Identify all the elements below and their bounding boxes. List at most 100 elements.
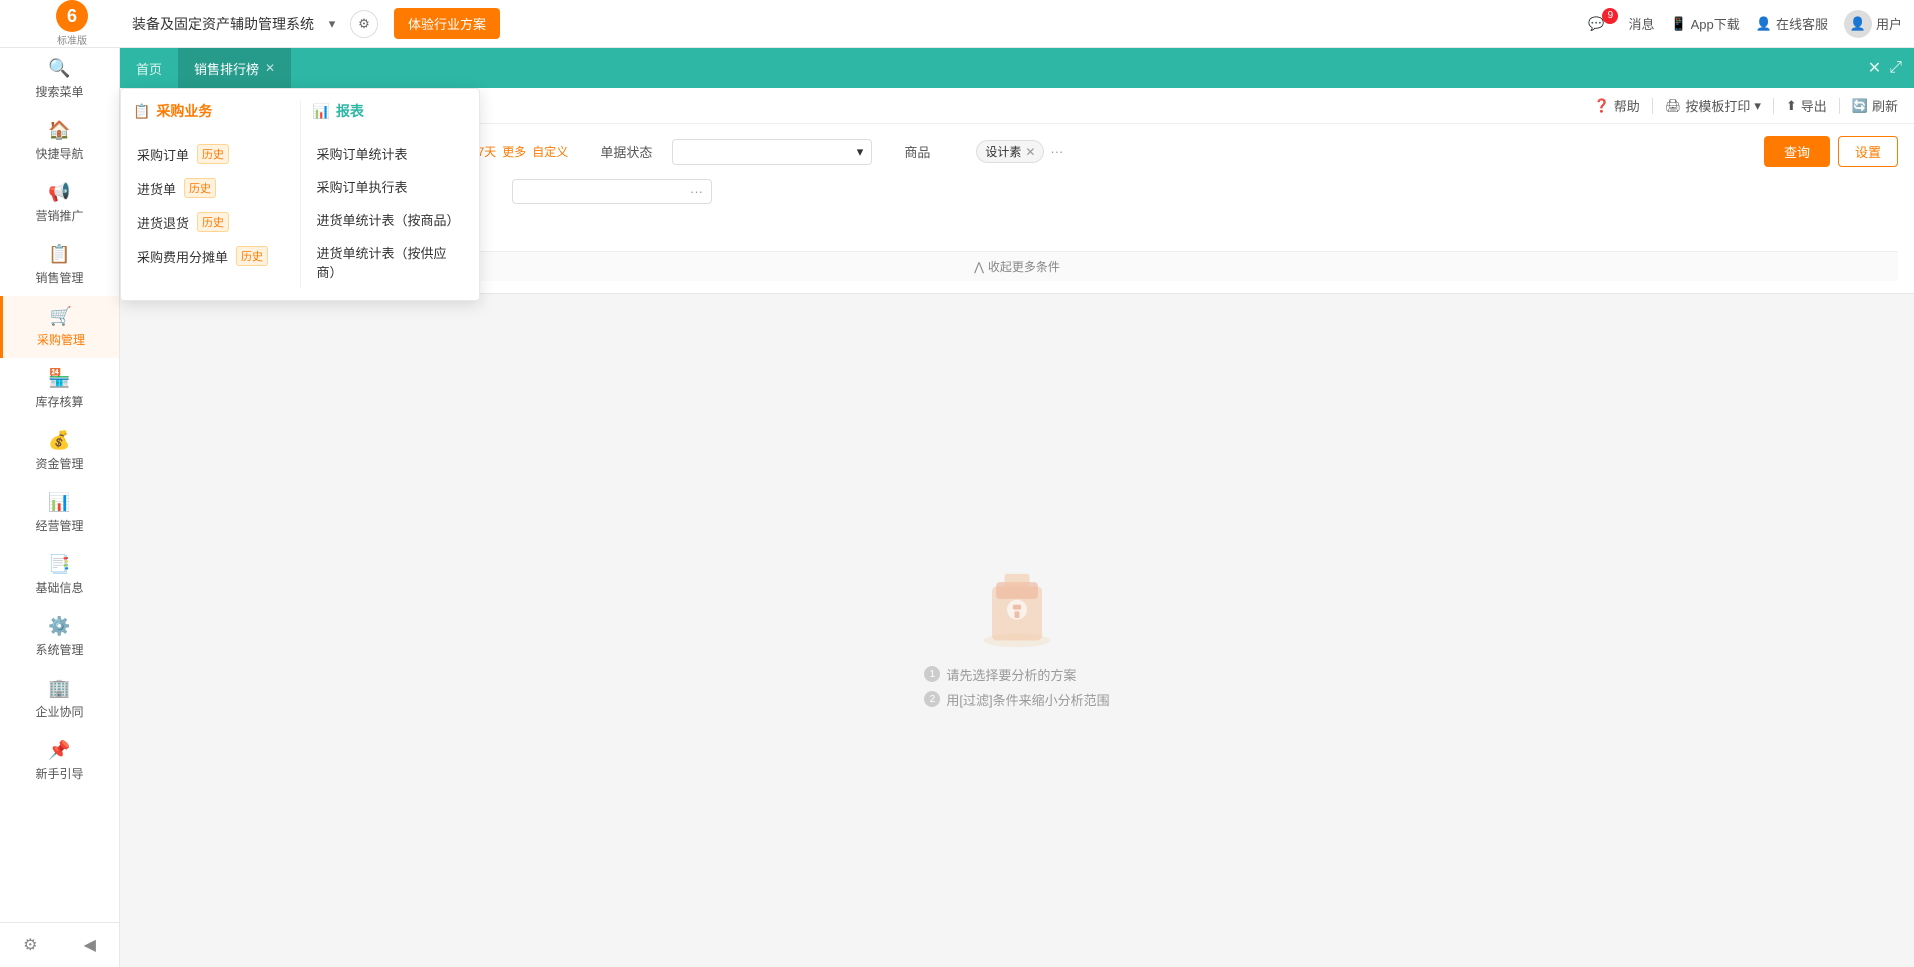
search-icon: 🔍 (48, 58, 70, 79)
sidebar-item-guide[interactable]: 📌 新手引导 (0, 730, 119, 792)
purchase-col-icon: 📋 (133, 103, 150, 120)
online-service-btn[interactable]: 👤 在线客服 (1756, 14, 1828, 33)
expand-icon[interactable]: ⤢ (1889, 59, 1902, 77)
quick-more-btn[interactable]: 更多 (502, 143, 526, 160)
sidebar-settings-btn[interactable]: ⚙ (23, 935, 37, 955)
system-dropdown-btn[interactable]: ▾ (322, 14, 342, 34)
purchase-dropdown-menu: 📋 采购业务 采购订单 历史 进货单 历史 进货退货 历史 采购费用分摊单 历史 (120, 88, 480, 301)
basic-info-icon: 📑 (48, 554, 70, 575)
sidebar-label-quick-nav: 快捷导航 (35, 145, 83, 162)
purchase-order-item[interactable]: 采购订单 历史 (133, 137, 288, 171)
sidebar-label-search: 搜索菜单 (35, 83, 83, 100)
refresh-button[interactable]: 🔄 刷新 (1852, 96, 1898, 115)
sidebar-item-finance[interactable]: 💰 资金管理 (0, 420, 119, 482)
purchase-inbound-item[interactable]: 进货单 历史 (133, 171, 288, 205)
system-name-area: 装备及固定资产辅助管理系统 ▾ ⚙ 体验行业方案 (132, 8, 1588, 39)
top-right-area: 💬 9 消息 📱 App下载 👤 在线客服 👤 用户 (1588, 10, 1902, 38)
refresh-label: 刷新 (1872, 96, 1898, 115)
help-button[interactable]: ❓ 帮助 (1594, 96, 1640, 115)
logo-area: 6 标准版 (12, 0, 132, 47)
sidebar-label-enterprise: 企业协同 (35, 703, 83, 720)
report-inbound-goods-item[interactable]: 进货单统计表（按商品） (313, 203, 468, 236)
tab-home[interactable]: 首页 (120, 48, 178, 88)
purchase-expense-badge: 历史 (236, 246, 268, 266)
sidebar-item-basic-info[interactable]: 📑 基础信息 (0, 544, 119, 606)
toolbar-divider-2 (1773, 98, 1774, 114)
online-service-label: 在线客服 (1776, 14, 1828, 33)
operations-icon: 📊 (48, 492, 70, 513)
sidebar-item-purchase[interactable]: 🛒 采购管理 (0, 296, 119, 358)
purchase-expense-item[interactable]: 采购费用分摊单 历史 (133, 239, 288, 273)
staff-select[interactable]: ··· (512, 179, 712, 204)
avatar: 👤 (1844, 10, 1872, 38)
tip-2: 2 用[过滤]条件来缩小分析范围 (924, 690, 1109, 709)
purchase-order-badge: 历史 (197, 144, 229, 164)
report-po-stats-item[interactable]: 采购订单统计表 (313, 137, 468, 170)
tab-sales-rank[interactable]: 销售排行榜 ✕ (178, 48, 291, 88)
report-inbound-goods-label: 进货单统计表（按商品） (317, 210, 460, 229)
quick-custom-btn[interactable]: 自定义 (532, 143, 568, 160)
message-label: 消息 (1628, 14, 1654, 33)
report-col: 📊 报表 采购订单统计表 采购订单执行表 进货单统计表（按商品） 进货单统计表（… (300, 101, 480, 288)
tab-close-icon[interactable]: ✕ (265, 61, 275, 75)
sidebar-label-marketing: 营销推广 (35, 207, 83, 224)
goods-filter: 设计素 ✕ ··· (976, 140, 1063, 163)
purchase-return-item[interactable]: 进货退货 历史 (133, 205, 288, 239)
sidebar-item-quick-nav[interactable]: 🏠 快捷导航 (0, 110, 119, 172)
report-po-stats-label: 采购订单统计表 (317, 144, 408, 163)
phone-icon: 📱 (1670, 16, 1686, 32)
report-col-title: 📊 报表 (313, 101, 468, 127)
setting-button[interactable]: 设置 (1838, 136, 1898, 167)
collapse-up-icon: ⋀ (974, 260, 984, 274)
sidebar-item-operations[interactable]: 📊 经营管理 (0, 482, 119, 544)
purchase-icon: 🛒 (50, 306, 72, 327)
sidebar-collapse-btn[interactable]: ◀ (84, 935, 96, 955)
query-button[interactable]: 查询 (1764, 136, 1830, 167)
sidebar-label-inventory: 库存核算 (35, 393, 83, 410)
message-badge: 9 (1602, 8, 1618, 24)
sidebar-item-enterprise[interactable]: 🏢 企业协同 (0, 668, 119, 730)
sidebar-item-marketing[interactable]: 📢 营销推广 (0, 172, 119, 234)
sidebar-item-inventory[interactable]: 🏪 库存核算 (0, 358, 119, 420)
goods-tag: 设计素 ✕ (976, 140, 1044, 163)
enterprise-icon: 🏢 (48, 678, 70, 699)
app-download-btn[interactable]: 📱 App下载 (1670, 14, 1739, 33)
message-btn[interactable]: 💬 9 消息 (1588, 14, 1654, 33)
sidebar-item-sales[interactable]: 📋 销售管理 (0, 234, 119, 296)
service-icon: 👤 (1756, 16, 1772, 32)
print-icon: 🖨 (1665, 98, 1682, 114)
user-btn[interactable]: 👤 用户 (1844, 10, 1902, 38)
purchase-expense-label: 采购费用分摊单 (137, 247, 228, 266)
close-window-icon[interactable]: ✕ (1868, 58, 1881, 78)
trial-button[interactable]: 体验行业方案 (394, 8, 500, 39)
export-button[interactable]: ⬆ 导出 (1786, 96, 1827, 115)
sidebar: 🔍 搜索菜单 🏠 快捷导航 📢 营销推广 📋 销售管理 🛒 采购管理 🏪 库存核… (0, 48, 120, 967)
purchase-col-label: 采购业务 (156, 101, 212, 121)
staff-more-icon[interactable]: ··· (690, 184, 703, 199)
chevron-down-icon: ▾ (857, 144, 864, 160)
home-icon: 🏠 (48, 120, 70, 141)
goods-more-icon[interactable]: ··· (1050, 144, 1063, 159)
print-button[interactable]: 🖨 按模板打印 ▾ (1665, 96, 1761, 115)
report-inbound-supplier-item[interactable]: 进货单统计表（按供应商） (313, 236, 468, 288)
voucher-status-select[interactable]: ▾ (672, 139, 872, 165)
print-dropdown-icon[interactable]: ▾ (1754, 98, 1761, 114)
report-po-exec-item[interactable]: 采购订单执行表 (313, 170, 468, 203)
logo-subtitle: 标准版 (57, 32, 87, 47)
toolbar-divider-1 (1652, 98, 1653, 114)
report-inbound-supplier-label: 进货单统计表（按供应商） (317, 243, 464, 281)
tip-text-1: 请先选择要分析的方案 (946, 665, 1076, 684)
gear-button[interactable]: ⚙ (350, 10, 378, 38)
sidebar-item-search[interactable]: 🔍 搜索菜单 (0, 48, 119, 110)
sidebar-bottom: ⚙ ◀ (0, 922, 119, 967)
goods-tag-close[interactable]: ✕ (1025, 145, 1035, 159)
sidebar-item-system[interactable]: ⚙️ 系统管理 (0, 606, 119, 668)
sidebar-label-finance: 资金管理 (35, 455, 83, 472)
tip-1: 1 请先选择要分析的方案 (924, 665, 1109, 684)
tip-text-2: 用[过滤]条件来缩小分析范围 (946, 690, 1109, 709)
system-name: 装备及固定资产辅助管理系统 (132, 14, 314, 34)
tab-bar: 首页 销售排行榜 ✕ ✕ ⤢ (120, 48, 1914, 88)
report-col-icon: 📊 (313, 103, 330, 120)
finance-icon: 💰 (48, 430, 70, 451)
refresh-icon: 🔄 (1852, 98, 1868, 114)
